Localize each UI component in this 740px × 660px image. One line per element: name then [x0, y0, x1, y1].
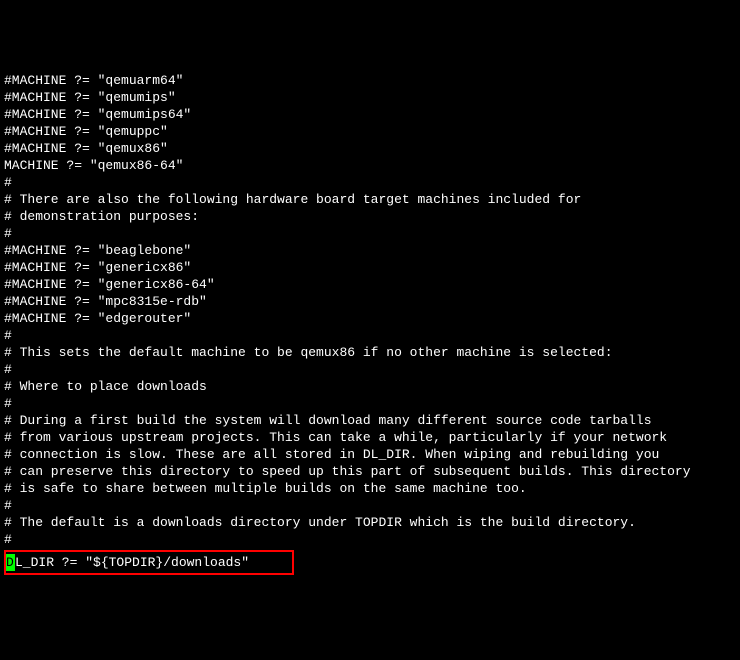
comment-line: # This sets the default machine to be qe… — [4, 344, 736, 361]
comment-line: # demonstration purposes: — [4, 208, 736, 225]
dl-dir-setting: L_DIR ?= "${TOPDIR}/downloads" — [15, 555, 288, 570]
comment-line: # — [4, 395, 736, 412]
comment-line: # — [4, 361, 736, 378]
config-line: #MACHINE ?= "qemumips" — [4, 89, 736, 106]
comment-line: # The default is a downloads directory u… — [4, 514, 736, 531]
comment-line: # — [4, 225, 736, 242]
highlighted-config-line: DL_DIR ?= "${TOPDIR}/downloads" — [4, 550, 294, 575]
comment-line: # There are also the following hardware … — [4, 191, 736, 208]
comment-line: # During a first build the system will d… — [4, 412, 736, 429]
comment-line: # Where to place downloads — [4, 378, 736, 395]
config-line: #MACHINE ?= "mpc8315e-rdb" — [4, 293, 736, 310]
config-line: #MACHINE ?= "qemuppc" — [4, 123, 736, 140]
comment-line: # — [4, 174, 736, 191]
config-line: #MACHINE ?= "qemux86" — [4, 140, 736, 157]
config-line: #MACHINE ?= "beaglebone" — [4, 242, 736, 259]
comment-line: # — [4, 531, 736, 548]
config-line: #MACHINE ?= "qemuarm64" — [4, 72, 736, 89]
comment-line: # from various upstream projects. This c… — [4, 429, 736, 446]
comment-line: # — [4, 497, 736, 514]
config-line: #MACHINE ?= "genericx86-64" — [4, 276, 736, 293]
config-line: #MACHINE ?= "edgerouter" — [4, 310, 736, 327]
comment-line: # can preserve this directory to speed u… — [4, 463, 736, 480]
config-line: #MACHINE ?= "qemumips64" — [4, 106, 736, 123]
comment-line: # is safe to share between multiple buil… — [4, 480, 736, 497]
terminal-editor[interactable]: #MACHINE ?= "qemuarm64"#MACHINE ?= "qemu… — [4, 72, 736, 575]
config-line: MACHINE ?= "qemux86-64" — [4, 157, 736, 174]
comment-line: # — [4, 327, 736, 344]
comment-line: # connection is slow. These are all stor… — [4, 446, 736, 463]
config-line: #MACHINE ?= "genericx86" — [4, 259, 736, 276]
cursor: D — [6, 554, 15, 571]
